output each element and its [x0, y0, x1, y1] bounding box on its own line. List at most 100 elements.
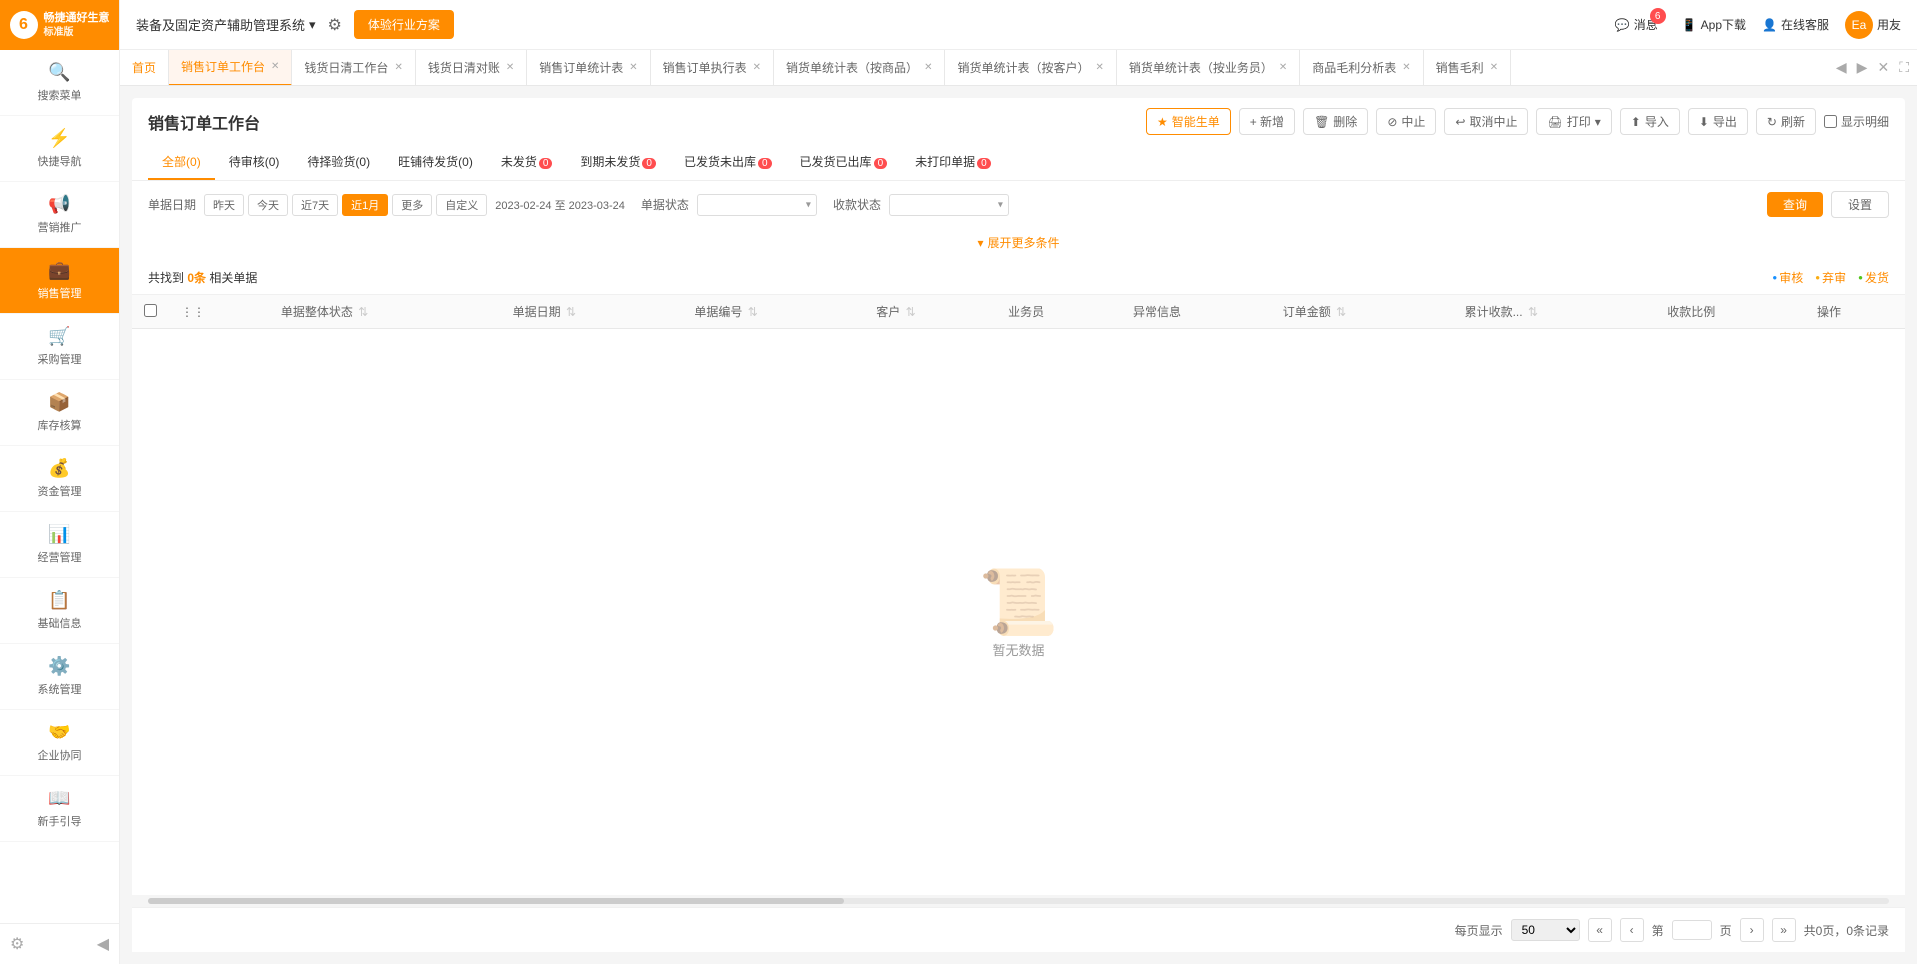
subtab-wangpu-ship[interactable]: 旺铺待发货(0) — [384, 145, 487, 180]
cancel-stop-button[interactable]: ↩ 取消中止 — [1444, 108, 1528, 135]
print-button[interactable]: 🖨 打印 ▾ — [1536, 108, 1611, 135]
date-btn-today[interactable]: 今天 — [248, 194, 288, 216]
date-btn-1month[interactable]: 近1月 — [342, 194, 388, 216]
app-download-item[interactable]: 📱 App下载 — [1682, 16, 1746, 33]
show-detail-checkbox-label[interactable]: 显示明细 — [1824, 113, 1889, 130]
page-number-input[interactable]: 1 — [1672, 920, 1712, 940]
th-number[interactable]: 单据编号 ⇅ — [682, 295, 864, 329]
export-button[interactable]: ⬇ 导出 — [1688, 108, 1748, 135]
tab-close-icon[interactable]: ✕ — [629, 62, 637, 73]
tab-close-icon[interactable]: ✕ — [394, 62, 402, 73]
sidebar-item-system[interactable]: ⚙️ 系统管理 — [0, 644, 119, 710]
tab-salesperson-stats[interactable]: 销货单统计表（按业务员） ✕ — [1117, 50, 1300, 86]
sidebar-settings-icon[interactable]: ⚙ — [10, 934, 24, 954]
batch-ship-link[interactable]: 发货 — [1858, 269, 1889, 286]
tab-close-icon[interactable]: ✕ — [753, 62, 761, 73]
tab-close-icon[interactable]: ✕ — [506, 62, 514, 73]
th-overall-status[interactable]: 单据整体状态 ⇅ — [269, 295, 501, 329]
sidebar-item-search[interactable]: 🔍 搜索菜单 — [0, 50, 119, 116]
scrollbar-thumb[interactable] — [148, 898, 844, 904]
new-button[interactable]: + 新增 — [1239, 108, 1295, 135]
stop-button[interactable]: ⊘ 中止 — [1376, 108, 1436, 135]
sidebar-item-inventory[interactable]: 📦 库存核算 — [0, 380, 119, 446]
tab-close-icon[interactable]: ✕ — [1279, 62, 1287, 73]
th-collected[interactable]: 累计收款... ⇅ — [1453, 295, 1656, 329]
page-last-button[interactable]: » — [1772, 918, 1796, 942]
expand-filter-button[interactable]: ▾ 展开更多条件 — [977, 234, 1059, 251]
batch-approve-link[interactable]: 审核 — [1772, 269, 1803, 286]
th-date[interactable]: 单据日期 ⇅ — [501, 295, 683, 329]
sidebar-item-guide[interactable]: 📖 新手引导 — [0, 776, 119, 842]
scrollbar-track[interactable] — [148, 898, 1889, 904]
subtab-overdue-ship[interactable]: 到期未发货0 — [566, 145, 670, 180]
subtab-not-shipped[interactable]: 未发货0 — [487, 145, 567, 180]
th-amount[interactable]: 订单金额 ⇅ — [1271, 295, 1453, 329]
tab-close-all-icon[interactable]: ✕ — [1873, 57, 1893, 78]
tab-next-icon[interactable]: ▶ — [1853, 57, 1872, 78]
user-item[interactable]: Ea 用友 — [1845, 11, 1901, 39]
page-next-button[interactable]: › — [1740, 918, 1764, 942]
tab-sales-stats[interactable]: 销售订单统计表 ✕ — [527, 50, 650, 86]
table-header-row: ⋮⋮ 单据整体状态 ⇅ 单据日期 ⇅ 单据编号 ⇅ — [132, 295, 1905, 329]
sidebar-item-marketing[interactable]: 📢 营销推广 — [0, 182, 119, 248]
tab-home[interactable]: 首页 — [120, 50, 169, 86]
online-service-item[interactable]: 👤 在线客服 — [1762, 16, 1829, 33]
date-btn-7days[interactable]: 近7天 — [292, 194, 338, 216]
batch-cancel-link[interactable]: 弃审 — [1815, 269, 1846, 286]
tab-daily-reconcile[interactable]: 钱货日清对账 ✕ — [416, 50, 527, 86]
import-button[interactable]: ⬆ 导入 — [1620, 108, 1680, 135]
tab-sales-order[interactable]: 销售订单工作台 ✕ — [169, 50, 292, 86]
delete-button[interactable]: 🗑 删除 — [1303, 108, 1368, 135]
sidebar-item-finance[interactable]: 💰 资金管理 — [0, 446, 119, 512]
th-customer[interactable]: 客户 ⇅ — [864, 295, 996, 329]
solution-button[interactable]: 体验行业方案 — [354, 10, 454, 39]
refresh-button[interactable]: ↻ 刷新 — [1756, 108, 1816, 135]
expand-filter-row: ▾ 展开更多条件 — [148, 234, 1889, 251]
tab-goods-stats[interactable]: 销货单统计表（按商品） ✕ — [774, 50, 945, 86]
sidebar-item-purchase[interactable]: 🛒 采购管理 — [0, 314, 119, 380]
filter-setting-button[interactable]: 设置 — [1831, 191, 1889, 218]
sidebar-item-sales[interactable]: 💼 销售管理 — [0, 248, 119, 314]
sidebar-item-management[interactable]: 📊 经营管理 — [0, 512, 119, 578]
subtab-shipped-out[interactable]: 已发货已出库0 — [786, 145, 902, 180]
tab-close-icon[interactable]: ✕ — [1490, 62, 1498, 73]
page-size-select[interactable]: 50 100 200 — [1511, 919, 1580, 941]
tab-sales-exec[interactable]: 销售订单执行表 ✕ — [651, 50, 774, 86]
expand-icon: ▾ — [977, 236, 983, 250]
sidebar-item-collab[interactable]: 🤝 企业协同 — [0, 710, 119, 776]
tab-daily-clear[interactable]: 钱货日清工作台 ✕ — [292, 50, 415, 86]
sales-icon: 💼 — [48, 260, 70, 281]
tab-margin-analysis[interactable]: 商品毛利分析表 ✕ — [1300, 50, 1423, 86]
sidebar-collapse-icon[interactable]: ◀ — [97, 934, 109, 954]
subtab-shipped-not-out[interactable]: 已发货未出库0 — [670, 145, 786, 180]
sidebar-item-basic-info[interactable]: 📋 基础信息 — [0, 578, 119, 644]
page-prev-button[interactable]: ‹ — [1620, 918, 1644, 942]
message-item[interactable]: 💬 6 消息 — [1607, 12, 1666, 37]
service-icon: 👤 — [1762, 18, 1777, 32]
tab-prev-icon[interactable]: ◀ — [1832, 57, 1851, 78]
page-first-button[interactable]: « — [1588, 918, 1612, 942]
date-btn-more[interactable]: 更多 — [392, 194, 432, 216]
tab-close-icon[interactable]: ✕ — [1402, 62, 1410, 73]
show-detail-checkbox[interactable] — [1824, 115, 1837, 128]
query-button[interactable]: 查询 — [1767, 192, 1823, 217]
tab-close-icon[interactable]: ✕ — [1095, 62, 1103, 73]
system-title-dropdown[interactable]: 装备及固定资产辅助管理系统 ▾ — [136, 15, 316, 34]
tab-customer-stats[interactable]: 销货单统计表（按客户） ✕ — [945, 50, 1116, 86]
collect-select[interactable] — [889, 194, 1009, 216]
sidebar-item-quick[interactable]: ⚡ 快捷导航 — [0, 116, 119, 182]
tab-close-icon[interactable]: ✕ — [924, 62, 932, 73]
subtab-pending-review[interactable]: 待审核(0) — [215, 145, 294, 180]
subtab-not-printed[interactable]: 未打印单据0 — [901, 145, 1005, 180]
tab-expand-icon[interactable]: ⛶ — [1895, 57, 1913, 78]
smart-generate-button[interactable]: ★ 智能生单 — [1146, 108, 1231, 135]
select-all-checkbox[interactable] — [144, 304, 157, 317]
status-select[interactable] — [697, 194, 817, 216]
tab-sales-margin[interactable]: 销售毛利 ✕ — [1424, 50, 1511, 86]
tab-close-icon[interactable]: ✕ — [271, 61, 279, 72]
topbar-gear-icon[interactable]: ⚙ — [328, 15, 342, 35]
date-btn-yesterday[interactable]: 昨天 — [204, 194, 244, 216]
date-btn-custom[interactable]: 自定义 — [436, 194, 487, 216]
subtab-pending-inspect[interactable]: 待择验货(0) — [293, 145, 384, 180]
subtab-all[interactable]: 全部(0) — [148, 145, 215, 180]
